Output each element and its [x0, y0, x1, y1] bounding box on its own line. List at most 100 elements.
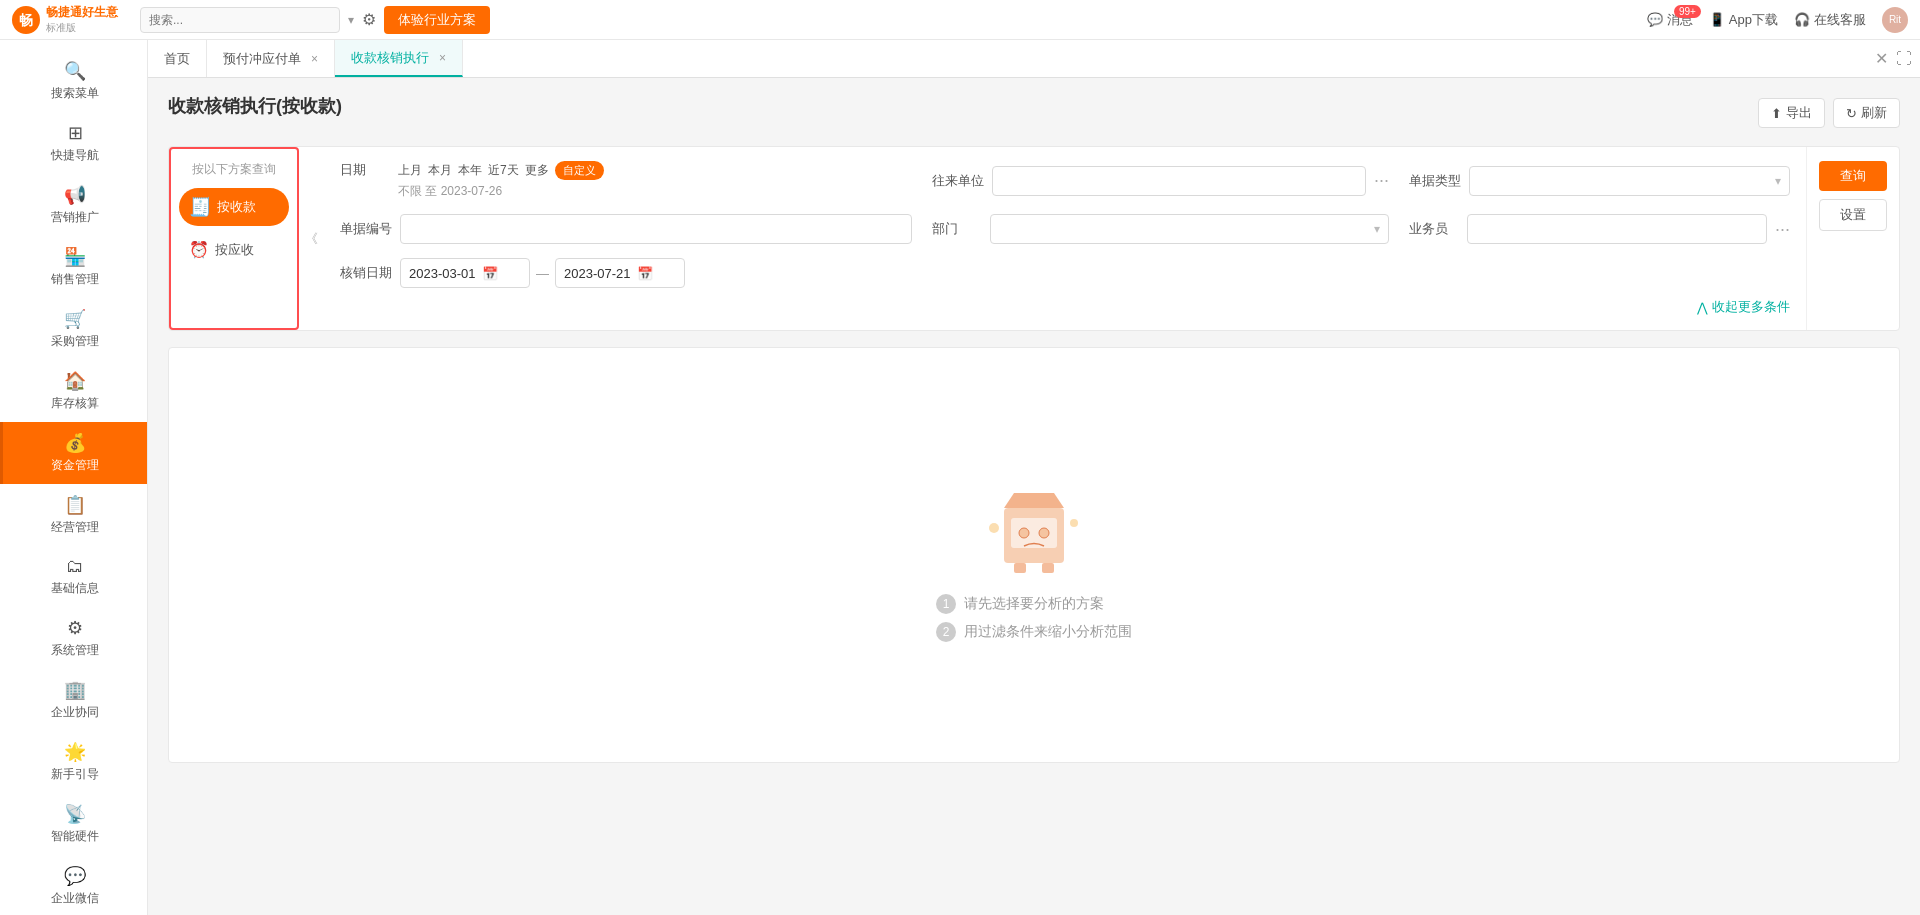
date-custom-badge[interactable]: 自定义 — [555, 161, 604, 180]
marketing-icon: 📢 — [64, 184, 86, 206]
tab-receivable-label: 收款核销执行 — [351, 49, 429, 67]
salesperson-input[interactable] — [1467, 214, 1767, 244]
svg-text:畅: 畅 — [19, 12, 33, 28]
filter-option-receipt-label: 按收款 — [217, 198, 256, 216]
filter-department-group: 部门 ▾ — [932, 214, 1389, 244]
date-last-month[interactable]: 上月 — [398, 162, 422, 179]
tab-receivable-close[interactable]: × — [439, 51, 446, 65]
empty-tips: 1 请先选择要分析的方案 2 用过滤条件来缩小分析范围 — [936, 594, 1132, 642]
refresh-btn[interactable]: ↻ 刷新 — [1833, 98, 1900, 128]
message-icon: 💬 — [1647, 12, 1663, 27]
query-btn[interactable]: 查询 — [1819, 161, 1887, 191]
app-download-btn[interactable]: 📱 App下载 — [1709, 11, 1778, 29]
department-select[interactable]: ▾ — [990, 214, 1389, 244]
online-service-btn[interactable]: 🎧 在线客服 — [1794, 11, 1866, 29]
brand: 畅 畅捷通好生意 标准版 — [12, 4, 132, 35]
avatar: Rit — [1882, 7, 1908, 33]
tab-receivable[interactable]: 收款核销执行 × — [335, 40, 463, 77]
online-service-label: 在线客服 — [1814, 11, 1866, 29]
filter-row-2: 单据编号 部门 ▾ 业务员 ··· — [340, 214, 1790, 244]
sidebar-item-operation[interactable]: 📋 经营管理 — [0, 484, 147, 546]
empty-state: 1 请先选择要分析的方案 2 用过滤条件来缩小分析范围 — [169, 408, 1899, 702]
filter-area: 按以下方案查询 🧾 按收款 ⏰ 按应收 《 — [168, 146, 1900, 331]
date-this-month[interactable]: 本月 — [428, 162, 452, 179]
sidebar-item-purchase[interactable]: 🛒 采购管理 — [0, 298, 147, 360]
sidebar-item-system[interactable]: ⚙ 系统管理 — [0, 607, 147, 669]
empty-state-panel: 1 请先选择要分析的方案 2 用过滤条件来缩小分析范围 — [168, 347, 1900, 763]
inventory-icon: 🏠 — [64, 370, 86, 392]
empty-tip-2-text: 用过滤条件来缩小分析范围 — [964, 623, 1132, 641]
finance-icon: 💰 — [64, 432, 86, 454]
svg-point-6 — [1039, 528, 1049, 538]
sidebar: 🔍 搜索菜单 ⊞ 快捷导航 📢 营销推广 🏪 销售管理 🛒 采购管理 🏠 — [0, 40, 148, 915]
sidebar-item-finance[interactable]: 💰 资金管理 — [0, 422, 147, 484]
salesperson-picker-icon[interactable]: ··· — [1775, 219, 1790, 240]
solution-btn[interactable]: 体验行业方案 — [384, 6, 490, 34]
counterparty-label: 往来单位 — [932, 172, 984, 190]
collapse-more-btn[interactable]: ⋀ 收起更多条件 — [1697, 298, 1790, 316]
date-7days[interactable]: 近7天 — [488, 162, 519, 179]
salesperson-label: 业务员 — [1409, 220, 1459, 238]
top-search-input[interactable] — [140, 7, 340, 33]
message-btn[interactable]: 💬 消息 99+ — [1647, 11, 1693, 29]
verify-date-end-input[interactable]: 2023-07-21 📅 — [555, 258, 685, 288]
sidebar-item-sales[interactable]: 🏪 销售管理 — [0, 236, 147, 298]
top-bar: 畅 畅捷通好生意 标准版 ▾ ⚙ 体验行业方案 💬 消息 99+ 📱 App下载… — [0, 0, 1920, 40]
order-num-input[interactable] — [400, 214, 912, 244]
sidebar-label-operation: 经营管理 — [51, 519, 99, 536]
sidebar-item-corp[interactable]: 🏢 企业协同 — [0, 669, 147, 731]
tab-bar-right: ✕ ⛶ — [1875, 49, 1920, 68]
sidebar-label-search: 搜索菜单 — [51, 85, 99, 102]
tab-prepay-close[interactable]: × — [311, 52, 318, 66]
receipt-icon: 🧾 — [189, 196, 211, 218]
counterparty-input[interactable] — [992, 166, 1366, 196]
tab-expand-icon[interactable]: ⛶ — [1896, 50, 1912, 68]
filter-order-num-group: 单据编号 — [340, 214, 912, 244]
filter-option-by-receipt[interactable]: 🧾 按收款 — [179, 188, 289, 226]
date-more[interactable]: 更多 — [525, 162, 549, 179]
sidebar-item-quick-nav[interactable]: ⊞ 快捷导航 — [0, 112, 147, 174]
export-icon: ⬆ — [1771, 106, 1782, 121]
sidebar-item-inventory[interactable]: 🏠 库存核算 — [0, 360, 147, 422]
collapse-label: 收起更多条件 — [1712, 298, 1790, 316]
order-type-label: 单据类型 — [1409, 172, 1461, 190]
sidebar-item-hardware[interactable]: 📡 智能硬件 — [0, 793, 147, 855]
date-this-year[interactable]: 本年 — [458, 162, 482, 179]
sidebar-item-search-menu[interactable]: 🔍 搜索菜单 — [0, 50, 147, 112]
tab-home[interactable]: 首页 — [148, 40, 207, 77]
sidebar-item-basic-info[interactable]: 🗂 基础信息 — [0, 546, 147, 607]
filter-option-by-receivable[interactable]: ⏰ 按应收 — [179, 232, 289, 267]
user-avatar-btn[interactable]: Rit — [1882, 7, 1908, 33]
sidebar-label-sales: 销售管理 — [51, 271, 99, 288]
filter-row-1: 日期 上月 本月 本年 近7天 更多 自定义 不限 至 — [340, 161, 1790, 200]
verify-date-start-input[interactable]: 2023-03-01 📅 — [400, 258, 530, 288]
sidebar-label-weixin: 企业微信 — [51, 890, 99, 907]
date-links: 上月 本月 本年 近7天 更多 自定义 — [398, 161, 604, 180]
date-range-separator: — — [536, 266, 549, 281]
grid-icon: ⊞ — [68, 122, 83, 144]
download-icon: 📱 — [1709, 12, 1725, 27]
operation-icon: 📋 — [64, 494, 86, 516]
settings-gear-icon[interactable]: ⚙ — [362, 10, 376, 29]
tab-close-all-icon[interactable]: ✕ — [1875, 49, 1888, 68]
sidebar-item-weixin[interactable]: 💬 企业微信 — [0, 855, 147, 915]
export-btn[interactable]: ⬆ 导出 — [1758, 98, 1825, 128]
order-type-select[interactable]: ▾ — [1469, 166, 1790, 196]
main-layout: 🔍 搜索菜单 ⊞ 快捷导航 📢 营销推广 🏪 销售管理 🛒 采购管理 🏠 — [0, 40, 1920, 915]
setting-btn[interactable]: 设置 — [1819, 199, 1887, 231]
counterparty-picker-icon[interactable]: ··· — [1374, 170, 1389, 191]
guide-icon: 🌟 — [64, 741, 86, 763]
message-badge: 99+ — [1674, 5, 1701, 18]
filter-collapse-arrow[interactable]: 《 — [299, 147, 324, 330]
svg-point-5 — [1019, 528, 1029, 538]
sidebar-item-marketing[interactable]: 📢 营销推广 — [0, 174, 147, 236]
filter-row-3: 核销日期 2023-03-01 📅 — 2023-07-21 📅 — [340, 258, 1790, 288]
tab-bar: 首页 预付冲应付单 × 收款核销执行 × ✕ ⛶ — [148, 40, 1920, 78]
department-label: 部门 — [932, 220, 982, 238]
sidebar-item-guide[interactable]: 🌟 新手引导 — [0, 731, 147, 793]
sidebar-label-finance: 资金管理 — [51, 457, 99, 474]
sidebar-label-inventory: 库存核算 — [51, 395, 99, 412]
tab-prepay[interactable]: 预付冲应付单 × — [207, 40, 335, 77]
export-label: 导出 — [1786, 104, 1812, 122]
empty-tip-1: 1 请先选择要分析的方案 — [936, 594, 1132, 614]
